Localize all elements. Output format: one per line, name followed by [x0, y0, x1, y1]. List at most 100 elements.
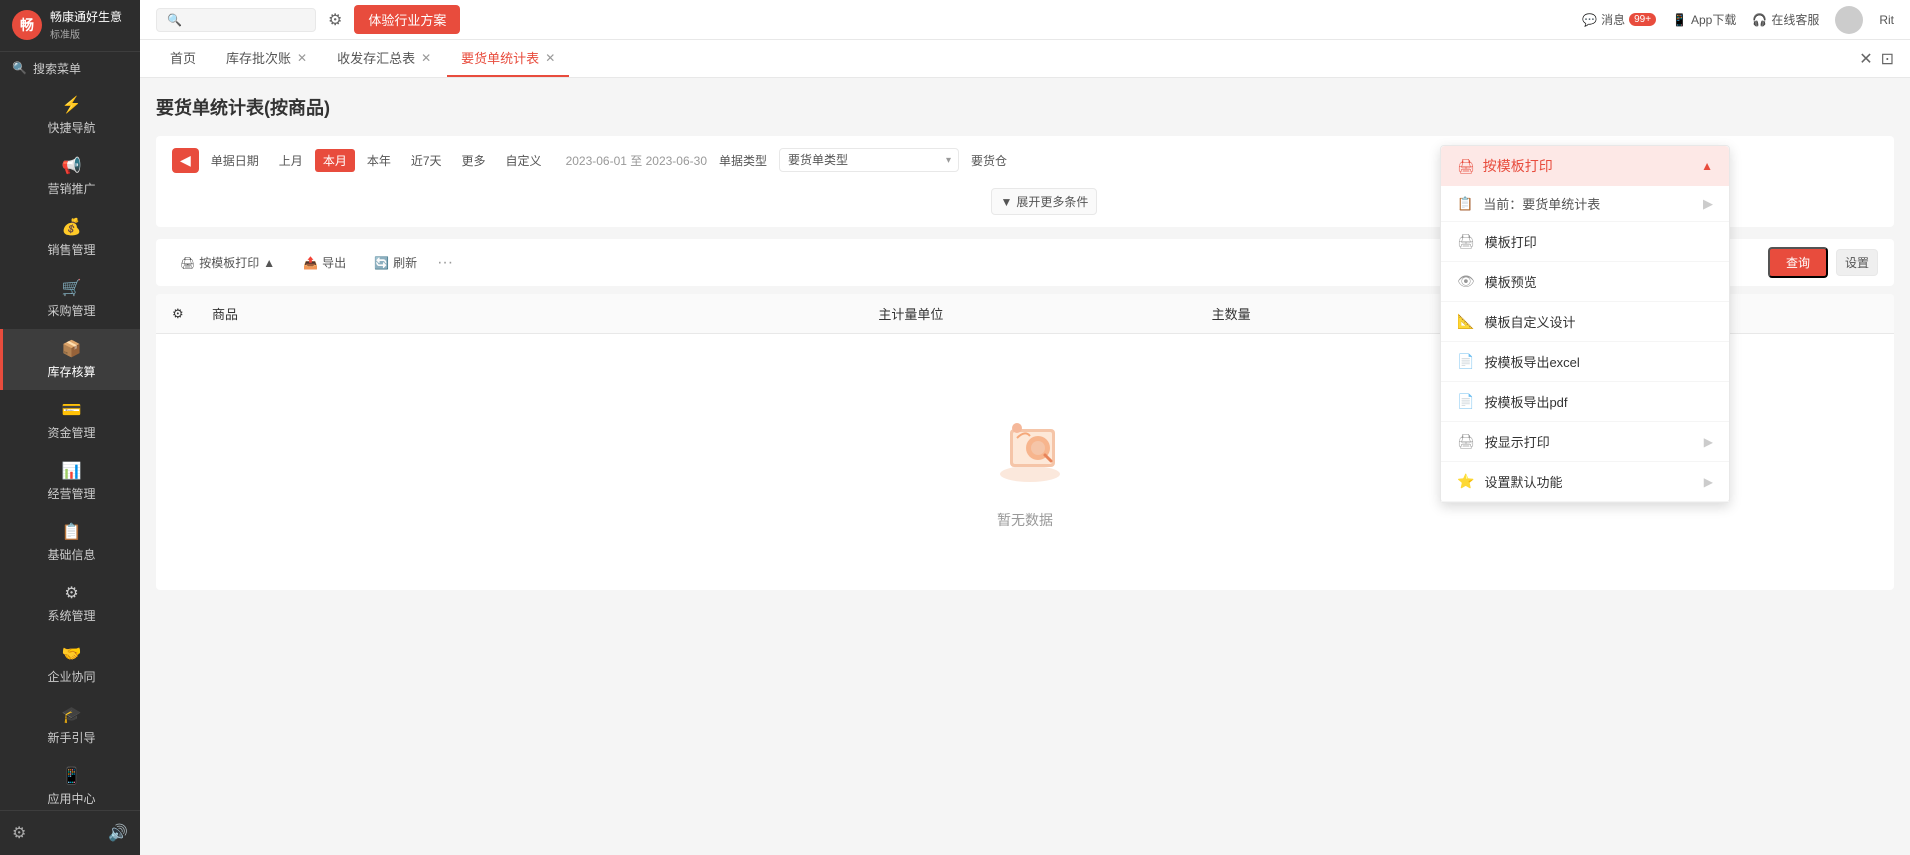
tab-close-collection-summary[interactable]: ✕ — [421, 51, 431, 65]
dropdown-item-template-print[interactable]: 🖨 模板打印 — [1441, 222, 1729, 262]
sidebar-search[interactable]: 🔍 搜索菜单 — [0, 52, 140, 85]
avatar[interactable] — [1835, 6, 1863, 34]
online-service-btn[interactable]: 🎧 在线客服 — [1752, 11, 1819, 28]
sidebar-item-system[interactable]: ⚙ 系统管理 — [0, 573, 140, 634]
more-options-icon[interactable]: ··· — [437, 254, 453, 272]
dropdown-item-display-print[interactable]: 🖨 按显示打印 ▶ — [1441, 422, 1729, 462]
close-tab-icon[interactable]: ✕ — [1859, 49, 1872, 69]
trial-button[interactable]: 体验行业方案 — [354, 5, 460, 34]
th-checkbox: ⚙ — [172, 306, 212, 322]
nav-icon-basic: 📋 — [62, 522, 82, 542]
print-icon: 🖨 — [180, 256, 195, 270]
sound-icon[interactable]: 🔊 — [108, 823, 128, 843]
query-button[interactable]: 查询 — [1768, 247, 1828, 278]
dropdown-arrow-set-default: ▶ — [1704, 475, 1713, 489]
dropdown-label-export-pdf: 按模板导出pdf — [1484, 392, 1567, 411]
tabbar: 首页库存批次账✕收发存汇总表✕ 要货单统计表 ✕ ✕ ⊡ — [140, 40, 1910, 78]
sidebar-item-purchase[interactable]: 🛒 采购管理 — [0, 268, 140, 329]
tab-label-order-stats: 要货单统计表 — [461, 48, 539, 67]
sidebar-item-sales[interactable]: 💰 销售管理 — [0, 207, 140, 268]
date-tab-current-year[interactable]: 本年 — [359, 149, 399, 172]
settings-icon[interactable]: ⚙ — [12, 823, 26, 843]
expand-conditions-btn[interactable]: ▼ 展开更多条件 — [991, 188, 1097, 215]
date-tab-more[interactable]: 更多 — [454, 149, 494, 172]
nav-icon-purchase: 🛒 — [62, 278, 82, 298]
type-select-wrap: 要货单类型 — [779, 148, 959, 172]
dropdown-item-export-excel[interactable]: 📄 按模板导出excel — [1441, 342, 1729, 382]
sidebar: 畅 畅康通好生意 标准版 🔍 搜索菜单 ⚡ 快捷导航 📢 营销推广 💰 销售管理… — [0, 0, 140, 855]
sidebar-bottom: ⚙ 🔊 — [0, 810, 140, 855]
export-btn[interactable]: 📤 导出 — [295, 250, 354, 275]
sidebar-item-quick-nav[interactable]: ⚡ 快捷导航 — [0, 85, 140, 146]
dropdown-item-template-preview[interactable]: 👁 模板预览 — [1441, 262, 1729, 302]
dropdown-print-icon: 🖨 — [1457, 158, 1475, 175]
date-tab-custom[interactable]: 自定义 — [498, 149, 550, 172]
print-btn[interactable]: 🖨 按模板打印 ▲ — [172, 250, 283, 275]
tab-collection-summary[interactable]: 收发存汇总表✕ — [323, 40, 445, 77]
dropdown-title-label: 按模板打印 — [1483, 156, 1553, 176]
logo-text: 畅康通好生意 — [50, 10, 122, 26]
nav-icon-appstore: 📱 — [62, 766, 82, 786]
messages-btn[interactable]: 💬 消息 99+ — [1582, 11, 1656, 28]
date-tab-prev-month[interactable]: 上月 — [271, 149, 311, 172]
tab-close-inventory-batch[interactable]: ✕ — [297, 51, 307, 65]
dropdown-collapse-icon[interactable]: ▲ — [1701, 159, 1713, 173]
dropdown-label-set-default: 设置默认功能 — [1484, 472, 1562, 491]
expand-icon: ▼ — [1000, 195, 1012, 209]
tab-close-order-stats[interactable]: ✕ — [545, 51, 555, 65]
tab-order-stats[interactable]: 要货单统计表 ✕ — [447, 40, 569, 77]
topbar-gear-icon[interactable]: ⚙ — [328, 10, 342, 30]
print-arrow-icon: ▲ — [263, 256, 275, 270]
messages-badge: 99+ — [1629, 13, 1656, 26]
refresh-btn[interactable]: 🔄 刷新 — [366, 250, 425, 275]
nav-label-sales: 销售管理 — [47, 241, 95, 258]
sidebar-nav: ⚡ 快捷导航 📢 营销推广 💰 销售管理 🛒 采购管理 📦 库存核算 💳 资金管… — [0, 85, 140, 810]
tab-home[interactable]: 首页 — [156, 40, 210, 77]
dropdown-label-display-print: 按显示打印 — [1485, 432, 1550, 451]
message-icon: 💬 — [1582, 13, 1597, 27]
nav-icon-system: ⚙ — [64, 583, 78, 603]
type-filter-label: 单据类型 — [719, 152, 767, 169]
type-select[interactable]: 要货单类型 — [779, 148, 959, 172]
tab-inventory-batch[interactable]: 库存批次账✕ — [212, 40, 321, 77]
sidebar-item-appstore[interactable]: 📱 应用中心 — [0, 756, 140, 810]
logo-icon: 畅 — [12, 10, 42, 40]
date-tab-current-month[interactable]: 本月 — [315, 149, 355, 172]
dropdown-label-export-excel: 按模板导出excel — [1484, 352, 1579, 371]
refresh-icon: 🔄 — [374, 256, 389, 270]
nav-icon-finance: 💳 — [62, 400, 82, 420]
app-download-btn[interactable]: 📱 App下载 — [1672, 11, 1736, 28]
nav-label-quick-nav: 快捷导航 — [47, 119, 95, 136]
nav-label-inventory: 库存核算 — [47, 363, 95, 380]
sidebar-item-collab[interactable]: 🤝 企业协同 — [0, 634, 140, 695]
expand-label: 展开更多条件 — [1016, 193, 1088, 210]
dropdown-icon-template-design: 📐 — [1457, 313, 1474, 330]
topbar-search-box[interactable]: 🔍 — [156, 8, 316, 32]
search-icon: 🔍 — [12, 61, 27, 75]
topbar: 🔍 ⚙ 体验行业方案 💬 消息 99+ 📱 App下载 🎧 在线客服 Rit — [140, 0, 1910, 40]
dropdown-item-export-pdf[interactable]: 📄 按模板导出pdf — [1441, 382, 1729, 422]
topbar-left: 🔍 ⚙ 体验行业方案 — [156, 5, 460, 34]
dropdown-label-template-print: 模板打印 — [1485, 232, 1537, 251]
nav-label-finance: 资金管理 — [47, 424, 95, 441]
dropdown-item-set-default[interactable]: ⭐ 设置默认功能 ▶ — [1441, 462, 1729, 502]
goods-filter-label: 要货仓 — [971, 152, 1007, 169]
sidebar-item-guide[interactable]: 🎓 新手引导 — [0, 695, 140, 756]
maximize-icon[interactable]: ⊡ — [1881, 49, 1894, 69]
page-title: 要货单统计表(按商品) — [156, 94, 1894, 120]
template-icon: 📋 — [1457, 196, 1473, 212]
filter-toggle-button[interactable]: ◀ — [172, 148, 199, 173]
dropdown-item-template-design[interactable]: 📐 模板自定义设计 — [1441, 302, 1729, 342]
nav-icon-inventory: 📦 — [62, 339, 82, 359]
dropdown-arrow-display-print: ▶ — [1704, 435, 1713, 449]
sidebar-item-operation[interactable]: 📊 经营管理 — [0, 451, 140, 512]
nav-icon-operation: 📊 — [62, 461, 82, 481]
sidebar-item-inventory[interactable]: 📦 库存核算 — [0, 329, 140, 390]
sidebar-item-finance[interactable]: 💳 资金管理 — [0, 390, 140, 451]
sidebar-item-basic[interactable]: 📋 基础信息 — [0, 512, 140, 573]
sidebar-item-marketing[interactable]: 📢 营销推广 — [0, 146, 140, 207]
user-name: Rit — [1879, 13, 1894, 27]
th-unit: 主计量单位 — [878, 304, 1211, 323]
date-tab-last7days[interactable]: 近7天 — [403, 149, 450, 172]
settings-button[interactable]: 设置 — [1836, 249, 1878, 276]
